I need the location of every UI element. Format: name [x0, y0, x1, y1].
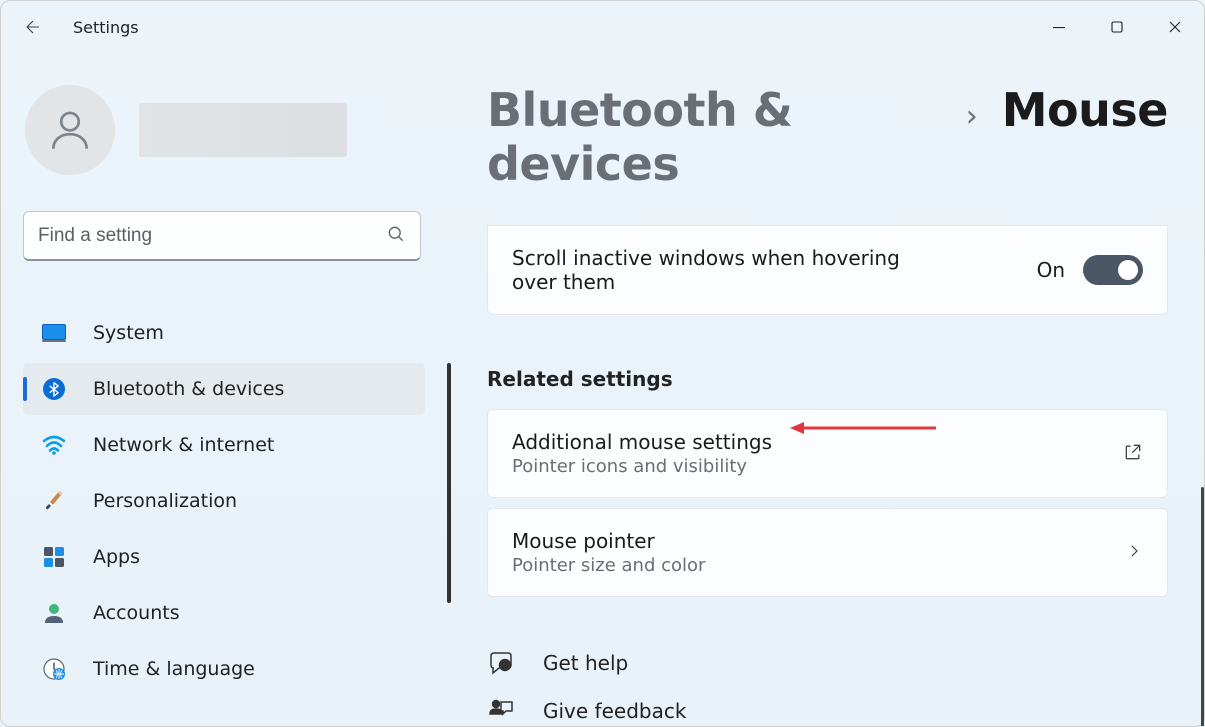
sidebar-item-label: Bluetooth & devices: [93, 378, 284, 400]
caption-controls: [1030, 10, 1204, 44]
close-button[interactable]: [1146, 10, 1204, 44]
titlebar: Settings: [1, 1, 1204, 53]
maximize-icon: [1110, 20, 1124, 34]
setting-scroll-inactive[interactable]: Scroll inactive windows when hovering ov…: [487, 225, 1168, 315]
minimize-button[interactable]: [1030, 10, 1088, 44]
user-name: [139, 103, 347, 157]
footer-link-label: Get help: [543, 651, 628, 675]
give-feedback-link[interactable]: Give feedback: [487, 697, 1168, 725]
search-box[interactable]: [23, 211, 421, 261]
wifi-icon: [41, 432, 67, 458]
footer-links: ? Get help Give feedback: [487, 649, 1168, 725]
sidebar: System Bluetooth & devices Network & int…: [1, 53, 449, 726]
back-button[interactable]: [15, 9, 51, 45]
user-account-row[interactable]: [23, 85, 427, 175]
apps-icon: [41, 544, 67, 570]
main-content: Bluetooth & devices › Mouse Scroll inact…: [449, 53, 1204, 726]
feedback-icon: [487, 697, 515, 725]
link-additional-mouse-settings[interactable]: Additional mouse settings Pointer icons …: [487, 409, 1168, 498]
search-input[interactable]: [38, 225, 386, 247]
sidebar-item-apps[interactable]: Apps: [23, 531, 425, 583]
sidebar-item-label: System: [93, 322, 164, 344]
sidebar-item-bluetooth-devices[interactable]: Bluetooth & devices: [23, 363, 425, 415]
breadcrumb-parent[interactable]: Bluetooth & devices: [487, 83, 942, 191]
open-external-icon: [1123, 442, 1143, 466]
system-icon: [41, 320, 67, 346]
toggle-state-label: On: [1037, 258, 1065, 282]
minimize-icon: [1052, 20, 1066, 34]
sidebar-item-personalization[interactable]: Personalization: [23, 475, 425, 527]
help-icon: ?: [487, 649, 515, 677]
sidebar-item-label: Accounts: [93, 602, 180, 624]
main-scrollbar[interactable]: [1201, 487, 1204, 726]
page-title: Mouse: [1002, 83, 1168, 137]
accounts-icon: [41, 600, 67, 626]
link-subtitle: Pointer icons and visibility: [512, 456, 772, 477]
get-help-link[interactable]: ? Get help: [487, 649, 1168, 677]
person-icon: [45, 105, 95, 155]
nav: System Bluetooth & devices Network & int…: [23, 307, 427, 695]
annotation-arrow: [790, 421, 936, 435]
close-icon: [1168, 20, 1182, 34]
sidebar-item-label: Apps: [93, 546, 140, 568]
breadcrumb: Bluetooth & devices › Mouse: [487, 83, 1168, 191]
personalization-icon: [41, 488, 67, 514]
time-language-icon: [41, 656, 67, 682]
sidebar-item-accounts[interactable]: Accounts: [23, 587, 425, 639]
back-arrow-icon: [24, 18, 42, 36]
avatar: [25, 85, 115, 175]
search-icon: [386, 224, 406, 248]
chevron-right-icon: [1125, 542, 1143, 564]
link-title: Mouse pointer: [512, 529, 705, 553]
maximize-button[interactable]: [1088, 10, 1146, 44]
svg-text:?: ?: [503, 662, 508, 671]
toggle-scroll-inactive[interactable]: [1083, 255, 1143, 285]
sidebar-item-system[interactable]: System: [23, 307, 425, 359]
sidebar-item-time-language[interactable]: Time & language: [23, 643, 425, 695]
link-subtitle: Pointer size and color: [512, 555, 705, 576]
sidebar-item-label: Time & language: [93, 658, 255, 680]
chevron-right-icon: ›: [966, 99, 978, 134]
link-mouse-pointer[interactable]: Mouse pointer Pointer size and color: [487, 508, 1168, 597]
sidebar-item-label: Personalization: [93, 490, 237, 512]
titlebar-left: Settings: [15, 9, 139, 45]
app-title: Settings: [73, 18, 139, 37]
sidebar-item-network[interactable]: Network & internet: [23, 419, 425, 471]
bluetooth-icon: [41, 376, 67, 402]
link-title: Additional mouse settings: [512, 430, 772, 454]
footer-link-label: Give feedback: [543, 699, 686, 723]
sidebar-item-label: Network & internet: [93, 434, 274, 456]
section-title-related: Related settings: [487, 367, 1168, 391]
setting-title: Scroll inactive windows when hovering ov…: [512, 246, 912, 294]
